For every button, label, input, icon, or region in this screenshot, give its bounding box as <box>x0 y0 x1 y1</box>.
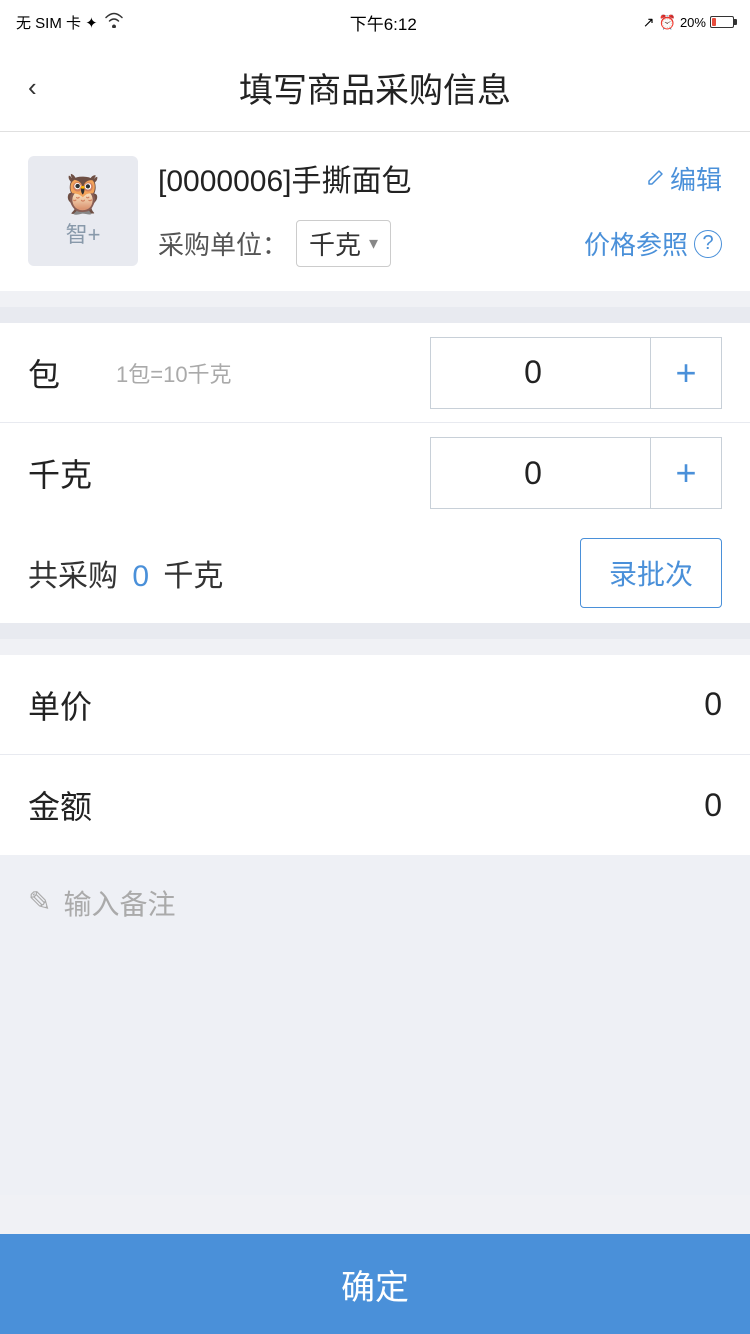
price-section: 单价 0 金额 0 <box>0 655 750 855</box>
bag-row: 包 1包=10千克 + <box>0 323 750 423</box>
nav-bar: ‹ 填写商品采购信息 <box>0 44 750 132</box>
page-title: 填写商品采购信息 <box>239 63 511 112</box>
kg-input[interactable] <box>430 437 650 509</box>
wifi-icon <box>104 12 124 32</box>
product-image-owl: 🦉 <box>59 173 106 217</box>
product-image: 🦉 智+ <box>28 156 138 266</box>
status-time: 下午6:12 <box>350 10 417 35</box>
price-ref-label: 价格参照 <box>584 225 688 262</box>
price-ref-button[interactable]: 价格参照 ? <box>584 225 722 262</box>
status-right: ↗ ⏰ 20% <box>643 14 734 31</box>
bag-plus-button[interactable]: + <box>650 337 722 409</box>
unit-select[interactable]: 千克 ▾ <box>296 220 391 267</box>
unit-price-label: 单价 <box>28 682 92 728</box>
remark-placeholder: 输入备注 <box>63 883 175 923</box>
amount-label: 金额 <box>28 782 92 828</box>
kg-row: 千克 + <box>0 423 750 523</box>
unit-section: 采购单位： 千克 ▾ <box>158 220 391 267</box>
product-image-label: 智+ <box>59 217 106 249</box>
bag-label: 包 <box>28 350 108 396</box>
product-unit-row: 采购单位： 千克 ▾ 价格参照 ? <box>158 220 722 267</box>
kg-label: 千克 <box>28 450 108 496</box>
status-bar: 无 SIM 卡 ✦ 下午6:12 ↗ ⏰ 20% <box>0 0 750 44</box>
back-button[interactable]: ‹ <box>28 72 37 103</box>
bag-plus-icon: + <box>675 352 696 394</box>
status-left: 无 SIM 卡 ✦ <box>16 12 124 33</box>
edit-button[interactable]: 编辑 <box>646 160 722 197</box>
total-row: 共采购 0 千克 录批次 <box>0 523 750 623</box>
product-card: 🦉 智+ [0000006]手撕面包 编辑 采购单位： 千克 <box>0 132 750 291</box>
location-icon: ↗ <box>643 14 655 31</box>
separator-1 <box>0 307 750 323</box>
unit-price-value: 0 <box>704 686 722 723</box>
total-value: 0 <box>132 560 149 593</box>
remark-section[interactable]: ✎ 输入备注 <box>0 855 750 1195</box>
kg-plus-button[interactable]: + <box>650 437 722 509</box>
batch-button[interactable]: 录批次 <box>580 538 722 608</box>
product-info: [0000006]手撕面包 编辑 采购单位： 千克 ▾ 价格 <box>158 156 722 267</box>
product-name: [0000006]手撕面包 <box>158 156 411 200</box>
bag-sub-label: 1包=10千克 <box>116 357 232 389</box>
total-unit: 千克 <box>163 560 223 593</box>
quantity-form-section: 包 1包=10千克 + 千克 + <box>0 323 750 523</box>
bag-input-group: + <box>430 337 722 409</box>
unit-select-value: 千克 <box>309 225 361 262</box>
battery-percent: 20% <box>680 15 706 30</box>
remark-icon: ✎ <box>28 885 51 918</box>
content: 🦉 智+ [0000006]手撕面包 编辑 采购单位： 千克 <box>0 132 750 1295</box>
sim-status: 无 SIM 卡 ✦ <box>16 12 98 33</box>
kg-input-group: + <box>430 437 722 509</box>
bag-input[interactable] <box>430 337 650 409</box>
total-label: 共采购 <box>28 560 118 593</box>
confirm-button-label: 确定 <box>341 1260 409 1309</box>
kg-plus-icon: + <box>675 452 696 494</box>
amount-value: 0 <box>704 787 722 824</box>
unit-price-row: 单价 0 <box>0 655 750 755</box>
separator-2 <box>0 623 750 639</box>
unit-label: 采购单位： <box>158 225 288 262</box>
product-name-row: [0000006]手撕面包 编辑 <box>158 156 722 200</box>
battery-icon <box>710 16 734 28</box>
confirm-bar[interactable]: 确定 <box>0 1234 750 1334</box>
amount-row: 金额 0 <box>0 755 750 855</box>
total-text: 共采购 0 千克 <box>28 551 223 595</box>
price-ref-help-icon: ? <box>694 230 722 258</box>
unit-dropdown-arrow: ▾ <box>369 233 378 254</box>
edit-label: 编辑 <box>670 160 722 197</box>
alarm-icon: ⏰ <box>659 14 676 31</box>
